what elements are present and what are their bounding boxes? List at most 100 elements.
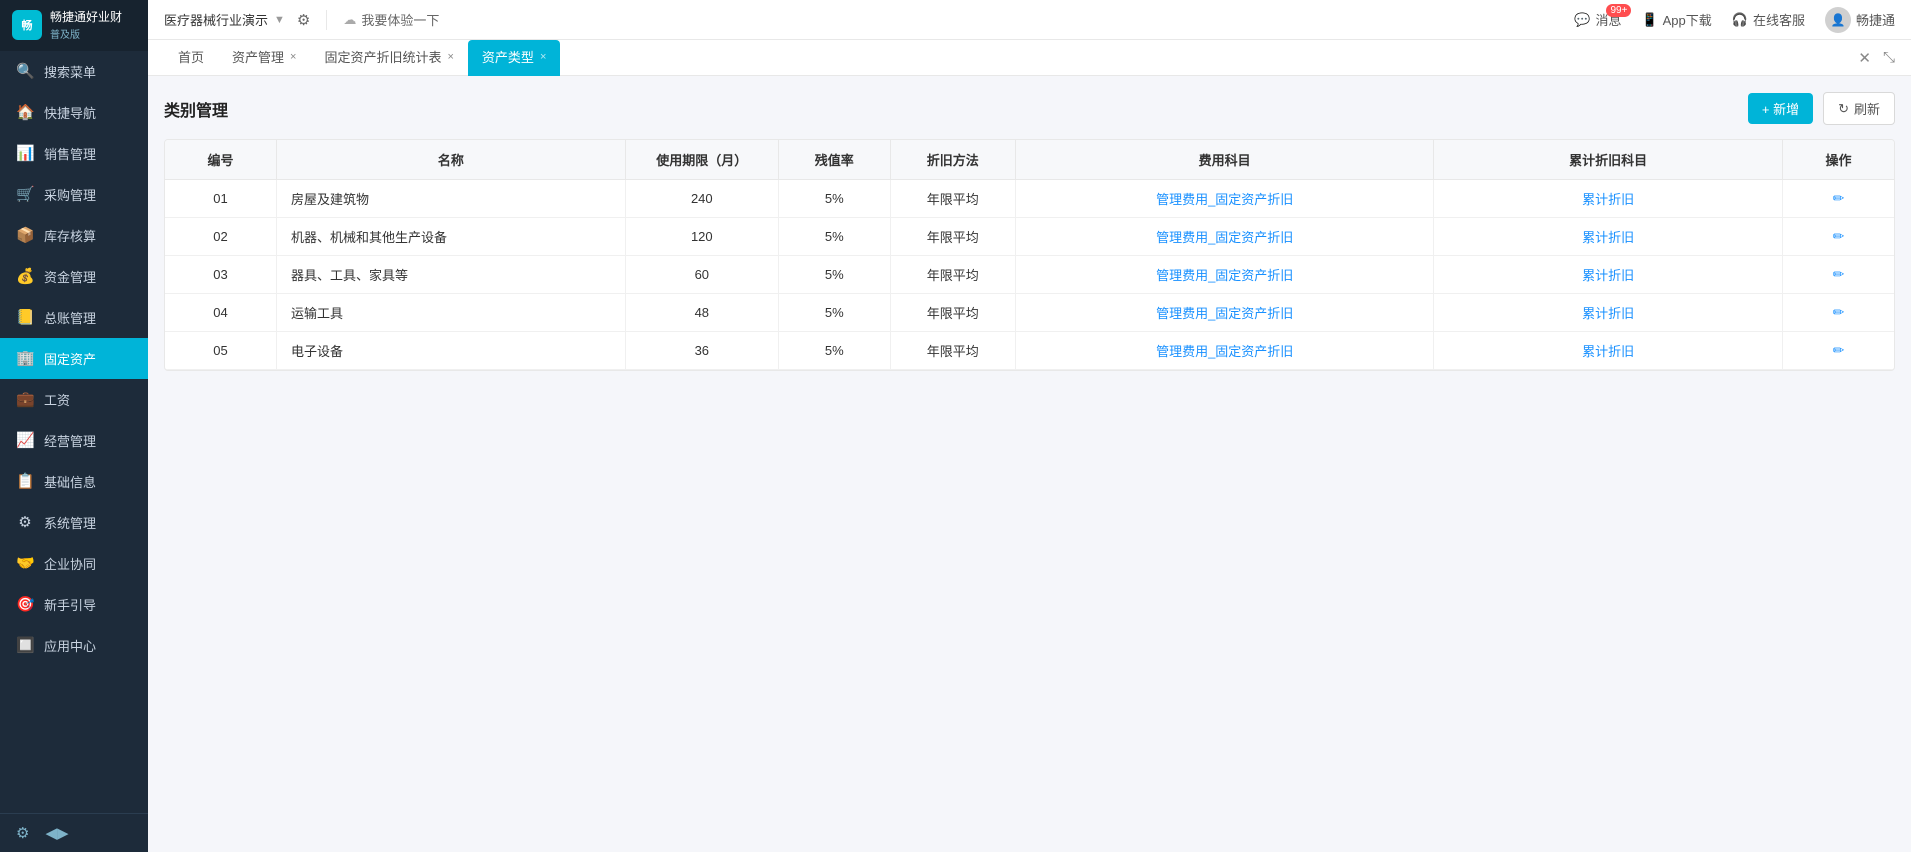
sidebar-item-app-center[interactable]: 🔲 应用中心 (0, 625, 148, 666)
cell-name: 运输工具 (277, 294, 626, 332)
cell-residual: 5% (779, 332, 891, 370)
cell-residual: 5% (779, 180, 891, 218)
gear-icon: ⚙ (16, 513, 34, 531)
headset-icon: 🎧 (1732, 12, 1748, 28)
edit-icon[interactable]: ✏ (1833, 228, 1845, 244)
col-residual: 残值率 (779, 140, 891, 180)
clipboard-icon: 📋 (16, 472, 34, 490)
workspace-settings-icon[interactable]: ⚙ (297, 11, 310, 29)
sidebar-item-basic-info[interactable]: 📋 基础信息 (0, 461, 148, 502)
cell-accumulated: 累计折旧 (1434, 294, 1783, 332)
search-icon: 🔍 (16, 62, 34, 80)
data-table: 编号 名称 使用期限（月） 残值率 折旧方法 费用科目 累计折旧科目 操作 01… (165, 140, 1894, 370)
feedback-button[interactable]: ☁ 我要体验一下 (343, 10, 439, 29)
tab-close-icon[interactable]: × (290, 51, 296, 63)
sidebar-item-system[interactable]: ⚙ 系统管理 (0, 502, 148, 543)
collapse-icon[interactable]: ◀▶ (45, 824, 68, 842)
sidebar: 畅 畅捷通好业财 普及版 🔍 搜索菜单 🏠 快捷导航 📊 销售管理 🛒 采购管理… (0, 0, 148, 852)
tab-home[interactable]: 首页 (164, 40, 218, 76)
tab-close-icon[interactable]: × (447, 51, 453, 63)
cell-name: 房屋及建筑物 (277, 180, 626, 218)
refresh-button[interactable]: ↻ 刷新 (1823, 92, 1895, 125)
workspace-name: 医疗器械行业演示 (164, 10, 268, 29)
cell-period: 120 (625, 218, 778, 256)
cell-accumulated: 累计折旧 (1434, 256, 1783, 294)
close-tab-icon[interactable]: ✕ (1858, 49, 1871, 67)
sidebar-item-operations[interactable]: 📈 经营管理 (0, 420, 148, 461)
briefcase-icon: 💼 (16, 390, 34, 408)
cell-method: 年限平均 (890, 180, 1015, 218)
cell-residual: 5% (779, 294, 891, 332)
category-table: 编号 名称 使用期限（月） 残值率 折旧方法 费用科目 累计折旧科目 操作 01… (164, 139, 1895, 371)
box-icon: 📦 (16, 226, 34, 244)
cell-method: 年限平均 (890, 332, 1015, 370)
settings-icon[interactable]: ⚙ (16, 824, 29, 842)
tabbar-actions: ✕ ⤡ (1858, 49, 1895, 67)
cell-period: 60 (625, 256, 778, 294)
cell-id: 04 (165, 294, 277, 332)
cell-method: 年限平均 (890, 218, 1015, 256)
cell-id: 02 (165, 218, 277, 256)
online-service-button[interactable]: 🎧 在线客服 (1732, 10, 1805, 29)
edit-icon[interactable]: ✏ (1833, 342, 1845, 358)
sidebar-nav: 🔍 搜索菜单 🏠 快捷导航 📊 销售管理 🛒 采购管理 📦 库存核算 💰 资金管… (0, 51, 148, 813)
sidebar-item-search[interactable]: 🔍 搜索菜单 (0, 51, 148, 92)
cell-action: ✏ (1782, 332, 1894, 370)
workspace-selector[interactable]: 医疗器械行业演示 ▼ (164, 10, 285, 29)
cell-period: 36 (625, 332, 778, 370)
sidebar-item-ledger[interactable]: 📒 总账管理 (0, 297, 148, 338)
expand-icon[interactable]: ⤡ (1883, 49, 1895, 66)
sidebar-item-inventory[interactable]: 📦 库存核算 (0, 215, 148, 256)
table-row: 02 机器、机械和其他生产设备 120 5% 年限平均 管理费用_固定资产折旧 … (165, 218, 1894, 256)
tab-depreciation-table[interactable]: 固定资产折旧统计表 × (310, 40, 467, 76)
page-title: 类别管理 (164, 97, 228, 121)
cell-accumulated: 累计折旧 (1434, 332, 1783, 370)
cell-period: 240 (625, 180, 778, 218)
topbar-right: 💬 消息 99+ 📱 App下载 🎧 在线客服 👤 畅捷通 (1574, 7, 1895, 33)
user-menu[interactable]: 👤 畅捷通 (1825, 7, 1895, 33)
app-logo-icon: 畅 (12, 10, 42, 40)
new-button[interactable]: + 新增 (1748, 93, 1813, 124)
cell-action: ✏ (1782, 218, 1894, 256)
sidebar-bottom: ⚙ ◀▶ (0, 813, 148, 852)
edit-icon[interactable]: ✏ (1833, 190, 1845, 206)
sidebar-logo: 畅 畅捷通好业财 普及版 (0, 0, 148, 51)
table-row: 05 电子设备 36 5% 年限平均 管理费用_固定资产折旧 累计折旧 ✏ (165, 332, 1894, 370)
cell-name: 器具、工具、家具等 (277, 256, 626, 294)
col-period: 使用期限（月） (625, 140, 778, 180)
sidebar-item-guide[interactable]: 🎯 新手引导 (0, 584, 148, 625)
sidebar-item-sales[interactable]: 📊 销售管理 (0, 133, 148, 174)
tab-asset-type[interactable]: 资产类型 × (468, 40, 560, 76)
content-area: 类别管理 + 新增 ↻ 刷新 编号 名称 使用期限（月） 残值率 折旧方法 (148, 76, 1911, 852)
message-button[interactable]: 💬 消息 99+ (1574, 10, 1621, 29)
building-icon: 🏢 (16, 349, 34, 367)
sidebar-item-fixed-assets[interactable]: 🏢 固定资产 (0, 338, 148, 379)
sidebar-item-quick-nav[interactable]: 🏠 快捷导航 (0, 92, 148, 133)
sidebar-item-cooperation[interactable]: 🤝 企业协同 (0, 543, 148, 584)
table-row: 03 器具、工具、家具等 60 5% 年限平均 管理费用_固定资产折旧 累计折旧… (165, 256, 1894, 294)
col-expense: 费用科目 (1016, 140, 1434, 180)
grid-icon: 🔲 (16, 636, 34, 654)
tab-asset-management[interactable]: 资产管理 × (218, 40, 310, 76)
money-icon: 💰 (16, 267, 34, 285)
cell-accumulated: 累计折旧 (1434, 180, 1783, 218)
topbar-divider (326, 10, 327, 30)
target-icon: 🎯 (16, 595, 34, 613)
phone-icon: 📱 (1641, 12, 1657, 28)
app-download-button[interactable]: 📱 App下载 (1641, 10, 1711, 29)
cell-name: 电子设备 (277, 332, 626, 370)
tab-close-icon[interactable]: × (540, 51, 546, 63)
col-action: 操作 (1782, 140, 1894, 180)
sidebar-item-purchase[interactable]: 🛒 采购管理 (0, 174, 148, 215)
edit-icon[interactable]: ✏ (1833, 266, 1845, 282)
edit-icon[interactable]: ✏ (1833, 304, 1845, 320)
message-badge: 99+ (1606, 4, 1631, 17)
sidebar-item-salary[interactable]: 💼 工资 (0, 379, 148, 420)
feedback-icon: ☁ (343, 12, 356, 28)
refresh-icon: ↻ (1838, 101, 1849, 117)
cell-expense: 管理费用_固定资产折旧 (1016, 180, 1434, 218)
sidebar-item-capital[interactable]: 💰 资金管理 (0, 256, 148, 297)
main-area: 医疗器械行业演示 ▼ ⚙ ☁ 我要体验一下 💬 消息 99+ 📱 App下载 🎧… (148, 0, 1911, 852)
cell-id: 05 (165, 332, 277, 370)
tabbar: 首页 资产管理 × 固定资产折旧统计表 × 资产类型 × ✕ ⤡ (148, 40, 1911, 76)
